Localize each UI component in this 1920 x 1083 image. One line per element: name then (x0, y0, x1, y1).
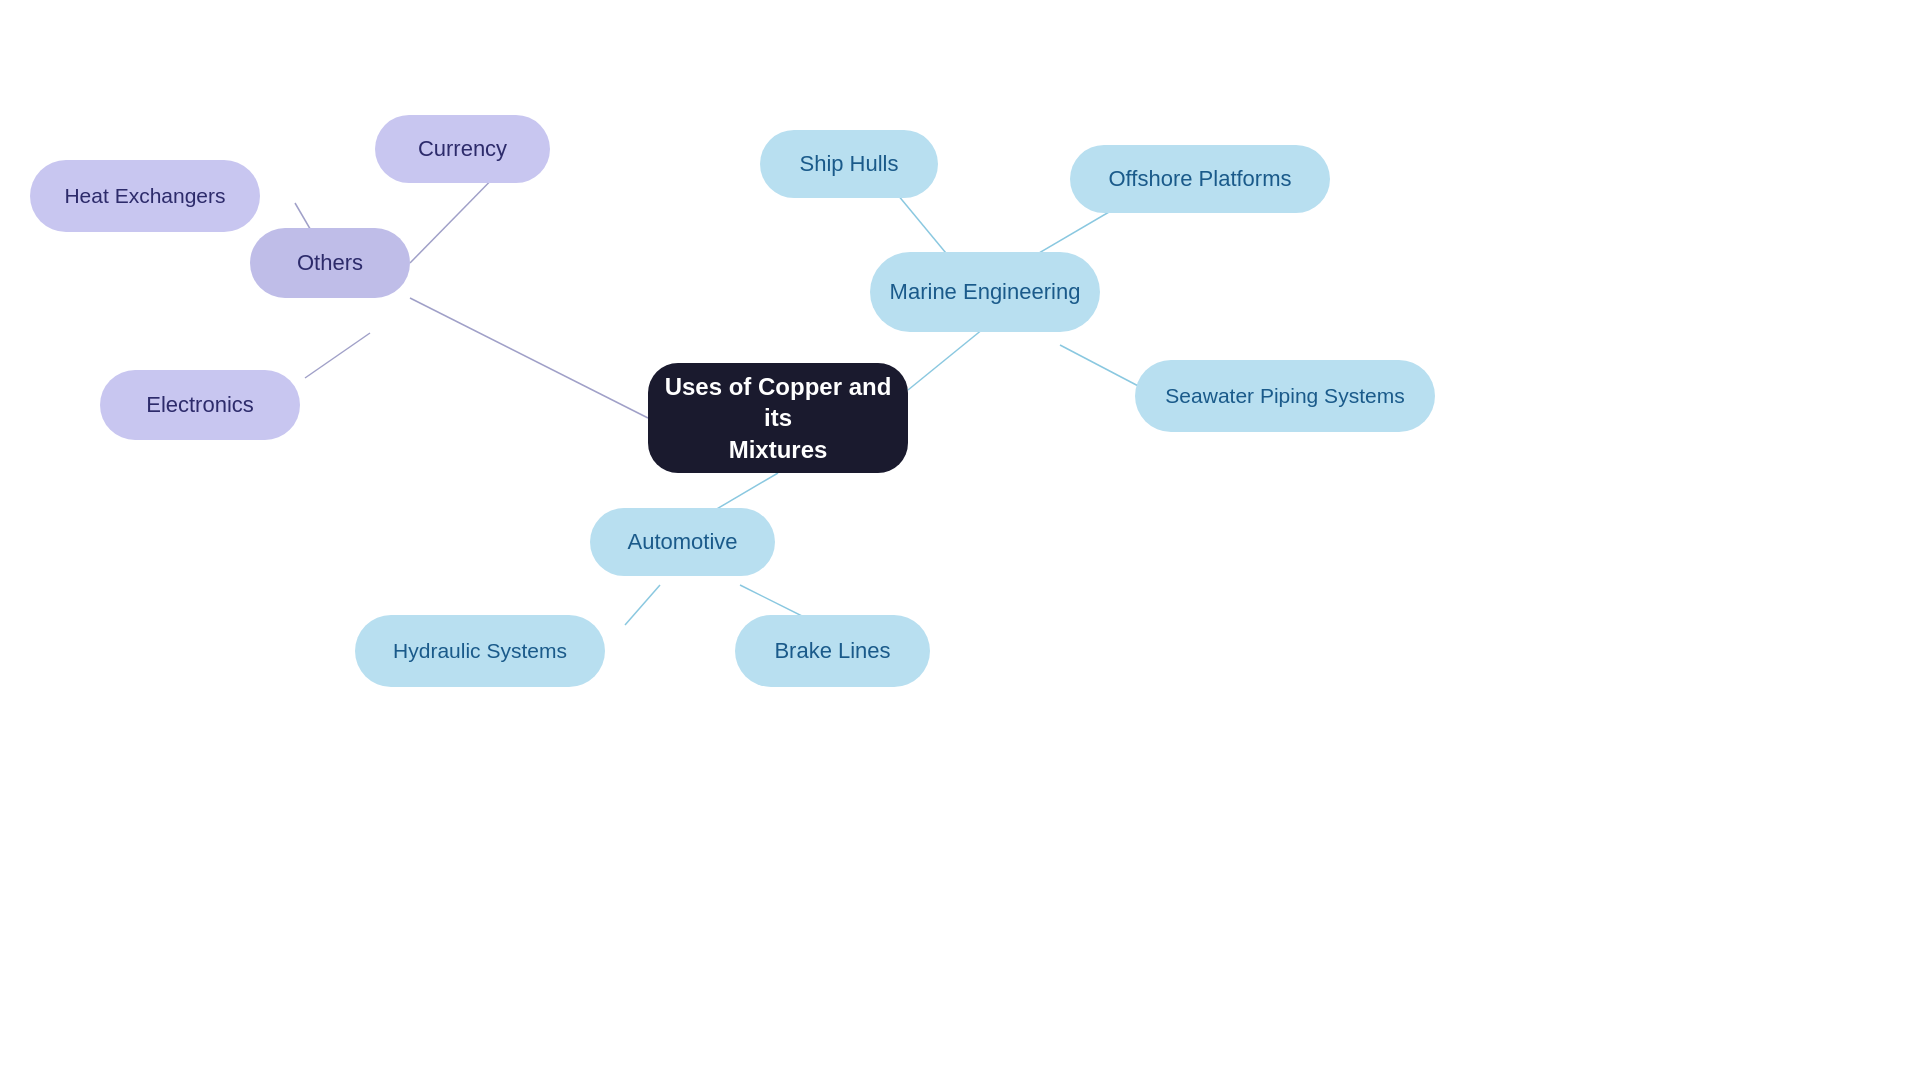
svg-line-3 (305, 333, 370, 378)
others-node[interactable]: Others (250, 228, 410, 298)
automotive-node[interactable]: Automotive (590, 508, 775, 576)
offshore-platforms-node[interactable]: Offshore Platforms (1070, 145, 1330, 213)
center-node[interactable]: Uses of Copper and itsMixtures (648, 363, 908, 473)
svg-line-9 (625, 585, 660, 625)
marine-engineering-node[interactable]: Marine Engineering (870, 252, 1100, 332)
currency-node[interactable]: Currency (375, 115, 550, 183)
svg-line-0 (410, 298, 648, 418)
seawater-piping-node[interactable]: Seawater Piping Systems (1135, 360, 1435, 432)
hydraulic-systems-node[interactable]: Hydraulic Systems (355, 615, 605, 687)
mind-map-connections (0, 0, 1920, 1083)
ship-hulls-node[interactable]: Ship Hulls (760, 130, 938, 198)
brake-lines-node[interactable]: Brake Lines (735, 615, 930, 687)
electronics-node[interactable]: Electronics (100, 370, 300, 440)
heat-exchangers-node[interactable]: Heat Exchangers (30, 160, 260, 232)
